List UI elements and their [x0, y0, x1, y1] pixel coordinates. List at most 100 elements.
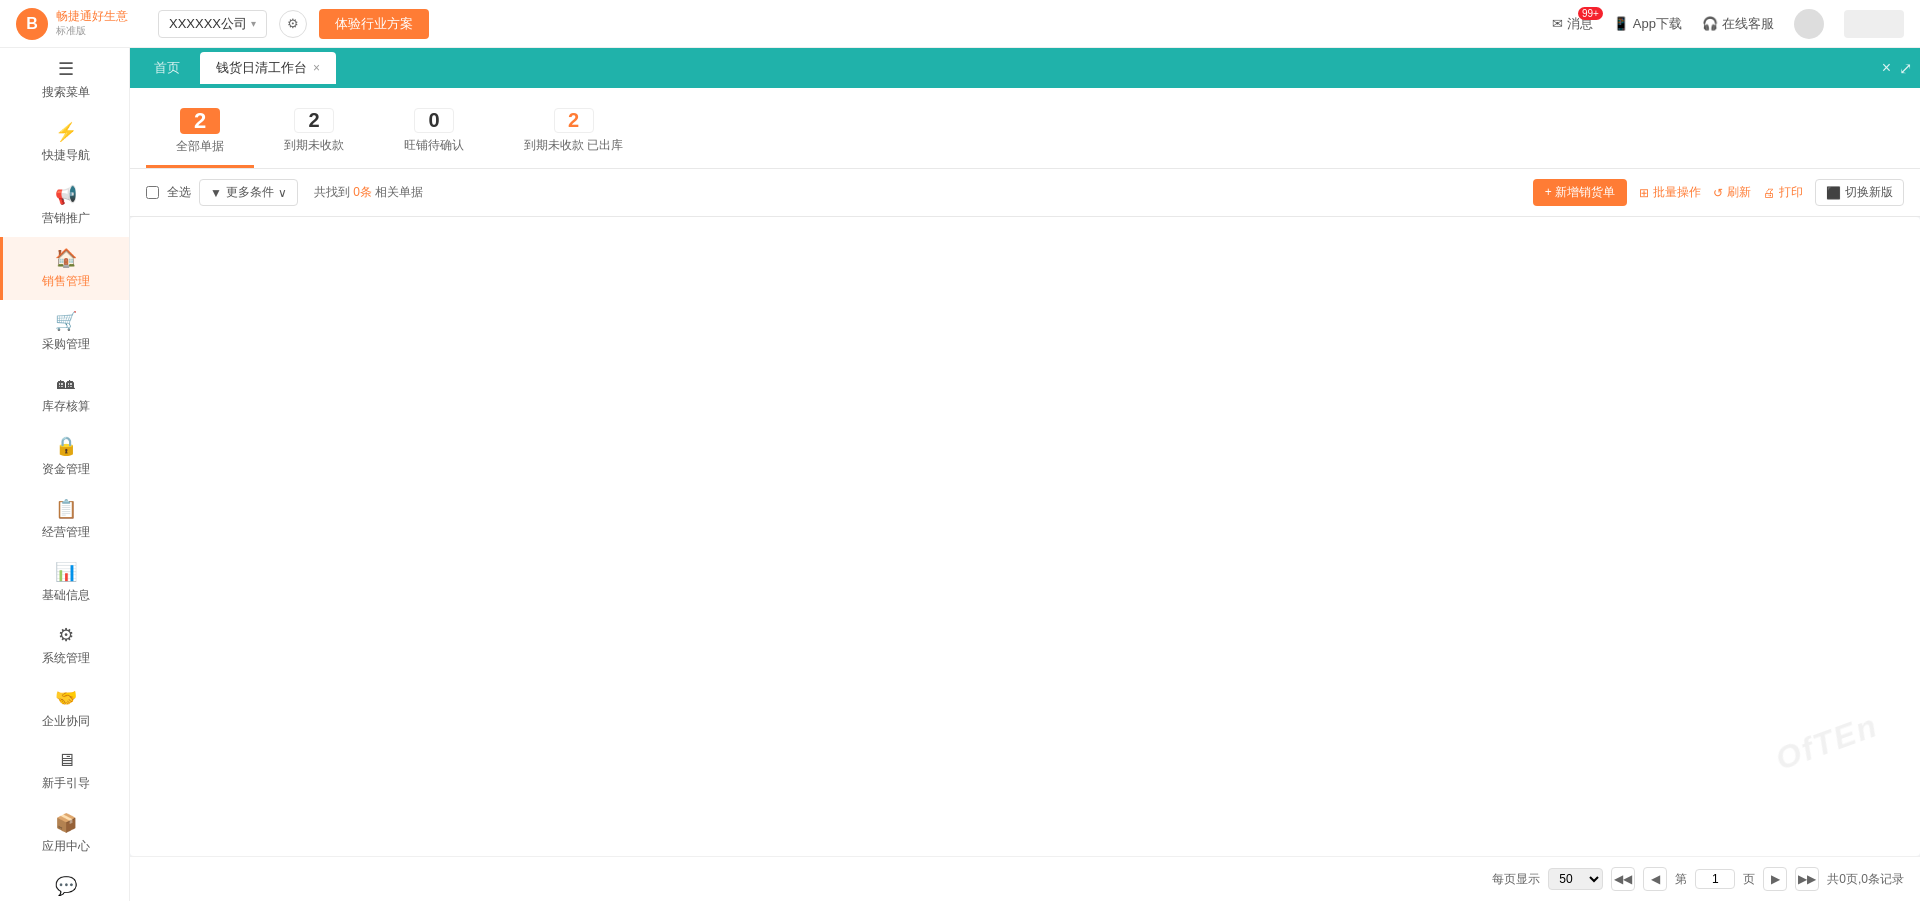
tab-active[interactable]: 钱货日清工作台 ×: [200, 52, 336, 84]
sidebar-item-quick-nav[interactable]: ⚡ 快捷导航: [0, 111, 129, 174]
sidebar-item-inventory[interactable]: 🏘 库存核算: [0, 363, 129, 425]
message-icon: ✉: [1552, 16, 1563, 31]
logo-area: B 畅捷通好生意 标准版: [16, 8, 146, 40]
sales-mgmt-icon: 🏠: [55, 247, 77, 269]
toolbar-right: + 新增销货单 ⊞ 批量操作 ↺ 刷新 🖨 打印 ⬛ 切换新版: [1533, 179, 1904, 206]
sidebar-item-basic-info[interactable]: 📊 基础信息: [0, 551, 129, 614]
filter-chevron-icon: ∨: [278, 186, 287, 200]
page-word: 第: [1675, 871, 1687, 888]
stat-num-overdue-out: 2: [554, 108, 594, 133]
sidebar-item-beginner-guide[interactable]: 🖥 新手引导: [0, 740, 129, 802]
sidebar-item-enterprise-wechat[interactable]: 💬 企业微信: [0, 865, 129, 901]
print-icon: 🖨: [1763, 186, 1775, 200]
sidebar-label: 基础信息: [42, 587, 90, 604]
sys-mgmt-icon: ⚙: [58, 624, 74, 646]
sidebar-label: 经营管理: [42, 524, 90, 541]
pagination-summary: 共0页,0条记录: [1827, 871, 1904, 888]
beginner-guide-icon: 🖥: [57, 750, 75, 771]
chevron-down-icon: ▾: [251, 18, 256, 29]
quick-nav-icon: ⚡: [55, 121, 77, 143]
message-button[interactable]: ✉ 消息 99+: [1552, 15, 1593, 33]
enterprise-collab-icon: 🤝: [55, 687, 77, 709]
stat-tab-overdue-out[interactable]: 2 到期未收款 已出库: [494, 100, 653, 168]
enterprise-wechat-icon: 💬: [55, 875, 77, 897]
table-area: [130, 217, 1920, 856]
page-word2: 页: [1743, 871, 1755, 888]
found-num: 0条: [353, 185, 372, 199]
gear-icon: ⚙: [287, 16, 299, 31]
top-bar: B 畅捷通好生意 标准版 XXXXXX公司 ▾ ⚙ 体验行业方案 ✉ 消息 99…: [0, 0, 1920, 48]
sidebar-item-app-center[interactable]: 📦 应用中心: [0, 802, 129, 865]
stat-tab-overdue[interactable]: 2 到期未收款: [254, 100, 374, 168]
stats-tabs: 2 全部单据 2 到期未收款 0 旺铺待确认 2 到期未收款 已出库: [130, 88, 1920, 169]
print-button[interactable]: 🖨 打印: [1763, 184, 1803, 201]
inventory-icon: 🏘: [57, 373, 75, 394]
sidebar-item-operations[interactable]: 📋 经营管理: [0, 488, 129, 551]
settings-button[interactable]: ⚙: [279, 10, 307, 38]
sidebar-item-funds-mgmt[interactable]: 🔒 资金管理: [0, 425, 129, 488]
new-version-icon: ⬛: [1826, 186, 1841, 200]
switch-new-version-button[interactable]: ⬛ 切换新版: [1815, 179, 1904, 206]
funds-mgmt-icon: 🔒: [55, 435, 77, 457]
stat-label-all: 全部单据: [176, 138, 224, 155]
logo-badge: 标准版: [56, 24, 128, 38]
avatar[interactable]: [1794, 9, 1824, 39]
per-page-label: 每页显示: [1492, 871, 1540, 888]
top-bar-right: ✉ 消息 99+ 📱 App下载 🎧 在线客服: [1552, 9, 1904, 39]
filter-button[interactable]: ▼ 更多条件 ∨: [199, 179, 298, 206]
batch-operation-button[interactable]: ⊞ 批量操作: [1639, 184, 1701, 201]
first-page-button[interactable]: ◀◀: [1611, 867, 1635, 891]
next-page-button[interactable]: ▶: [1763, 867, 1787, 891]
sidebar: ☰ 搜索菜单 ⚡ 快捷导航 📢 营销推广 🏠 销售管理 🛒 采购管理 🏘 库存核…: [0, 48, 130, 901]
logo-text: 畅捷通好生意: [56, 9, 128, 25]
stat-label-overdue: 到期未收款: [284, 137, 344, 154]
found-text: 共找到 0条 相关单据: [314, 184, 423, 201]
marketing-icon: 📢: [55, 184, 77, 206]
user-info: [1844, 10, 1904, 38]
sidebar-item-sys-mgmt[interactable]: ⚙ 系统管理: [0, 614, 129, 677]
sidebar-label: 新手引导: [42, 775, 90, 792]
sidebar-label: 销售管理: [42, 273, 90, 290]
refresh-button[interactable]: ↺ 刷新: [1713, 184, 1751, 201]
company-name: XXXXXX公司: [169, 15, 247, 33]
sidebar-label: 系统管理: [42, 650, 90, 667]
sidebar-item-sales-mgmt[interactable]: 🏠 销售管理: [0, 237, 129, 300]
tab-close-icon[interactable]: ×: [313, 61, 320, 75]
maximize-button[interactable]: ⤢: [1899, 59, 1912, 78]
page-input[interactable]: [1695, 869, 1735, 889]
stat-num-overdue: 2: [294, 108, 334, 133]
sidebar-item-purchase-mgmt[interactable]: 🛒 采购管理: [0, 300, 129, 363]
prev-page-button[interactable]: ◀: [1643, 867, 1667, 891]
select-all-checkbox[interactable]: [146, 186, 159, 199]
sidebar-label: 应用中心: [42, 838, 90, 855]
download-icon: 📱: [1613, 16, 1629, 31]
sidebar-item-search-menu[interactable]: ☰ 搜索菜单: [0, 48, 129, 111]
tab-home[interactable]: 首页: [138, 52, 196, 84]
sidebar-label: 资金管理: [42, 461, 90, 478]
sidebar-label: 快捷导航: [42, 147, 90, 164]
per-page-select[interactable]: 20 50 100: [1548, 868, 1603, 890]
refresh-icon: ↺: [1713, 186, 1723, 200]
tabs-actions: × ⤢: [1882, 59, 1912, 78]
trial-button[interactable]: 体验行业方案: [319, 9, 429, 39]
sidebar-label: 企业协同: [42, 713, 90, 730]
stat-label-wangpai: 旺铺待确认: [404, 137, 464, 154]
sidebar-label: 搜索菜单: [42, 84, 90, 101]
toolbar: 全选 ▼ 更多条件 ∨ 共找到 0条 相关单据 + 新增销货单 ⊞ 批量操作 ↺…: [130, 169, 1920, 217]
sidebar-item-enterprise-collab[interactable]: 🤝 企业协同: [0, 677, 129, 740]
stat-num-wangpai: 0: [414, 108, 454, 133]
service-icon: 🎧: [1702, 16, 1718, 31]
stat-tab-all[interactable]: 2 全部单据: [146, 100, 254, 168]
app-center-icon: 📦: [55, 812, 77, 834]
sidebar-item-marketing[interactable]: 📢 营销推广: [0, 174, 129, 237]
add-sales-order-button[interactable]: + 新增销货单: [1533, 179, 1627, 206]
company-selector[interactable]: XXXXXX公司 ▾: [158, 10, 267, 38]
minimize-button[interactable]: ×: [1882, 59, 1891, 78]
stat-tab-wangpai[interactable]: 0 旺铺待确认: [374, 100, 494, 168]
app-download-button[interactable]: 📱 App下载: [1613, 15, 1682, 33]
select-all-label: 全选: [167, 184, 191, 201]
pagination-bar: 每页显示 20 50 100 ◀◀ ◀ 第 页 ▶ ▶▶ 共0页,0条记录: [130, 856, 1920, 901]
message-badge: 99+: [1578, 7, 1603, 20]
online-service-button[interactable]: 🎧 在线客服: [1702, 15, 1774, 33]
last-page-button[interactable]: ▶▶: [1795, 867, 1819, 891]
